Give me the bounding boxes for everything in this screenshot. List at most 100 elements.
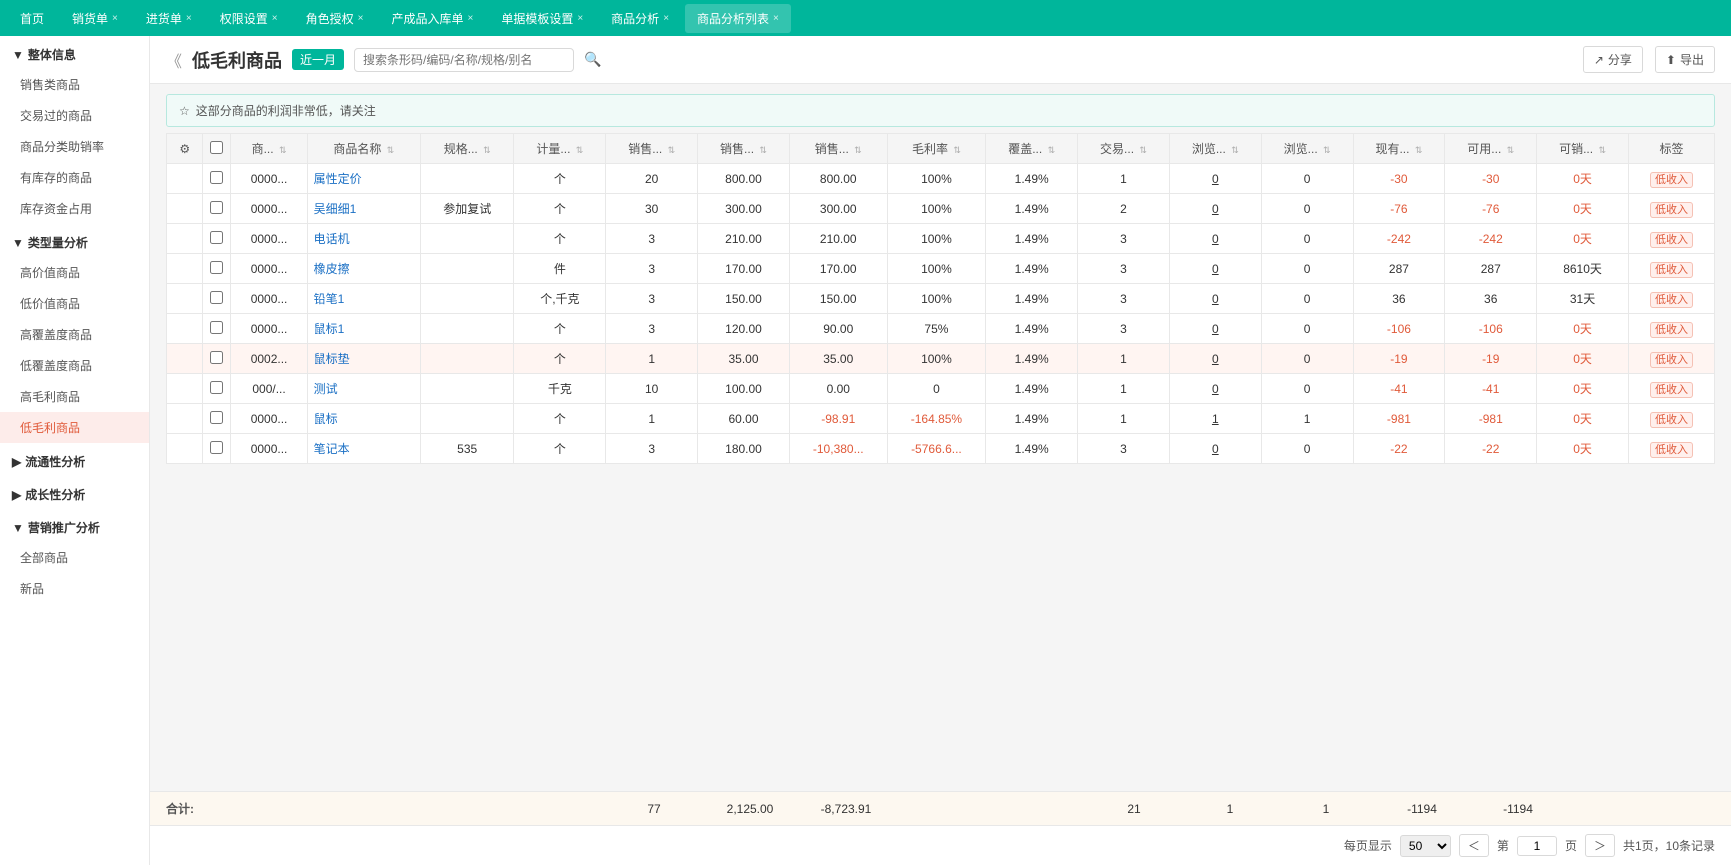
close-icon[interactable]: × (112, 13, 118, 24)
row-name-cell[interactable]: 吴细细1 (307, 194, 420, 224)
row-checkbox[interactable] (210, 261, 223, 274)
sidebar-item-low-coverage[interactable]: 低覆盖度商品 (0, 350, 149, 381)
row-browse1-cell[interactable]: 0 (1169, 344, 1261, 374)
next-page-button[interactable]: ＞ (1585, 834, 1615, 857)
row-checkbox-cell[interactable] (203, 254, 231, 284)
nav-home[interactable]: 首页 (8, 4, 56, 33)
row-checkbox-cell[interactable] (203, 404, 231, 434)
row-browse1-cell[interactable]: 0 (1169, 284, 1261, 314)
close-icon[interactable]: × (358, 13, 364, 24)
prev-page-button[interactable]: ＜ (1459, 834, 1489, 857)
close-icon[interactable]: × (186, 13, 192, 24)
row-checkbox[interactable] (210, 201, 223, 214)
nav-permission-settings[interactable]: 权限设置 × (208, 4, 290, 33)
sidebar-item-inventory-capital[interactable]: 库存资金占用 (0, 193, 149, 224)
sidebar-item-low-value[interactable]: 低价值商品 (0, 288, 149, 319)
search-icon[interactable]: 🔍 (584, 51, 601, 68)
col-browse2[interactable]: 浏览... ⇅ (1261, 134, 1353, 164)
row-browse1-cell[interactable]: 0 (1169, 224, 1261, 254)
col-sales-qty[interactable]: 销售... ⇅ (606, 134, 698, 164)
col-trade[interactable]: 交易... ⇅ (1078, 134, 1170, 164)
col-gross-rate[interactable]: 毛利率 ⇅ (887, 134, 986, 164)
sidebar-item-high-value[interactable]: 高价值商品 (0, 257, 149, 288)
row-browse1-cell[interactable]: 0 (1169, 254, 1261, 284)
row-name-cell[interactable]: 鼠标 (307, 404, 420, 434)
row-browse1-cell[interactable]: 0 (1169, 434, 1261, 464)
row-name-cell[interactable]: 电话机 (307, 224, 420, 254)
row-browse1-cell[interactable]: 1 (1169, 404, 1261, 434)
sidebar-group-circulation[interactable]: ▶ 流通性分析 (0, 443, 149, 476)
sidebar-group-growth[interactable]: ▶ 成长性分析 (0, 476, 149, 509)
col-code[interactable]: 商... ⇅ (231, 134, 307, 164)
row-name-cell[interactable]: 铅笔1 (307, 284, 420, 314)
col-settings[interactable]: ⚙ (167, 134, 203, 164)
sidebar-item-category-rate[interactable]: 商品分类助销率 (0, 131, 149, 162)
row-checkbox-cell[interactable] (203, 194, 231, 224)
sidebar-group-type-analysis[interactable]: ▼ 类型量分析 (0, 224, 149, 257)
row-browse1-cell[interactable]: 0 (1169, 374, 1261, 404)
nav-purchase-order[interactable]: 进货单 × (134, 4, 204, 33)
export-button[interactable]: ⬆ 导出 (1655, 46, 1715, 73)
col-saleable[interactable]: 可销... ⇅ (1537, 134, 1629, 164)
nav-finished-goods[interactable]: 产成品入库单 × (379, 4, 485, 33)
row-name-cell[interactable]: 鼠标1 (307, 314, 420, 344)
search-input[interactable] (354, 48, 574, 72)
row-name-cell[interactable]: 笔记本 (307, 434, 420, 464)
period-tag[interactable]: 近一月 (292, 49, 344, 70)
row-checkbox-cell[interactable] (203, 374, 231, 404)
row-browse1-cell[interactable]: 0 (1169, 314, 1261, 344)
col-browse1[interactable]: 浏览... ⇅ (1169, 134, 1261, 164)
close-icon[interactable]: × (663, 13, 669, 24)
row-checkbox-cell[interactable] (203, 344, 231, 374)
close-icon[interactable]: × (577, 13, 583, 24)
sidebar-item-low-margin[interactable]: 低毛利商品 (0, 412, 149, 443)
table-container[interactable]: ⚙ 商... ⇅ 商品名称 ⇅ 规格... ⇅ 计量... ⇅ 销售... ⇅ … (150, 133, 1731, 791)
col-spec[interactable]: 规格... ⇅ (420, 134, 514, 164)
close-icon[interactable]: × (467, 13, 473, 24)
sidebar-item-in-stock[interactable]: 有库存的商品 (0, 162, 149, 193)
row-checkbox[interactable] (210, 381, 223, 394)
col-name[interactable]: 商品名称 ⇅ (307, 134, 420, 164)
select-all-checkbox[interactable] (210, 141, 223, 154)
row-browse1-cell[interactable]: 0 (1169, 164, 1261, 194)
nav-product-analysis-list[interactable]: 商品分析列表 × (685, 4, 791, 33)
row-checkbox[interactable] (210, 351, 223, 364)
sidebar-group-marketing[interactable]: ▼ 营销推广分析 (0, 509, 149, 542)
nav-role-auth[interactable]: 角色授权 × (294, 4, 376, 33)
row-checkbox-cell[interactable] (203, 314, 231, 344)
nav-sales-order[interactable]: 销货单 × (60, 4, 130, 33)
sidebar-item-high-margin[interactable]: 高毛利商品 (0, 381, 149, 412)
sidebar-item-all-goods[interactable]: 全部商品 (0, 542, 149, 573)
col-coverage[interactable]: 覆盖... ⇅ (986, 134, 1078, 164)
row-checkbox[interactable] (210, 231, 223, 244)
row-browse1-cell[interactable]: 0 (1169, 194, 1261, 224)
row-checkbox-cell[interactable] (203, 434, 231, 464)
row-checkbox-cell[interactable] (203, 284, 231, 314)
close-icon[interactable]: × (272, 13, 278, 24)
row-checkbox[interactable] (210, 441, 223, 454)
row-name-cell[interactable]: 鼠标垫 (307, 344, 420, 374)
row-checkbox[interactable] (210, 171, 223, 184)
nav-product-analysis[interactable]: 商品分析 × (599, 4, 681, 33)
row-checkbox-cell[interactable] (203, 224, 231, 254)
row-name-cell[interactable]: 测试 (307, 374, 420, 404)
col-sales-amount[interactable]: 销售... ⇅ (698, 134, 790, 164)
col-available[interactable]: 可用... ⇅ (1445, 134, 1537, 164)
sidebar-item-new-goods[interactable]: 新品 (0, 573, 149, 604)
row-checkbox[interactable] (210, 411, 223, 424)
page-number-input[interactable] (1517, 836, 1557, 856)
sidebar-item-sales-goods[interactable]: 销售类商品 (0, 69, 149, 100)
page-size-select[interactable]: 50 100 200 (1400, 835, 1451, 857)
row-name-cell[interactable]: 橡皮擦 (307, 254, 420, 284)
row-checkbox-cell[interactable] (203, 164, 231, 194)
col-checkbox[interactable] (203, 134, 231, 164)
close-icon[interactable]: × (773, 13, 779, 24)
sidebar-item-traded-goods[interactable]: 交易过的商品 (0, 100, 149, 131)
nav-template-settings[interactable]: 单据模板设置 × (489, 4, 595, 33)
col-sales-profit[interactable]: 销售... ⇅ (789, 134, 887, 164)
sidebar-collapse-button[interactable]: 《 (166, 48, 182, 72)
col-unit[interactable]: 计量... ⇅ (514, 134, 606, 164)
row-name-cell[interactable]: 属性定价 (307, 164, 420, 194)
col-tag[interactable]: 标签 (1628, 134, 1714, 164)
sidebar-group-overall[interactable]: ▼ 整体信息 (0, 36, 149, 69)
